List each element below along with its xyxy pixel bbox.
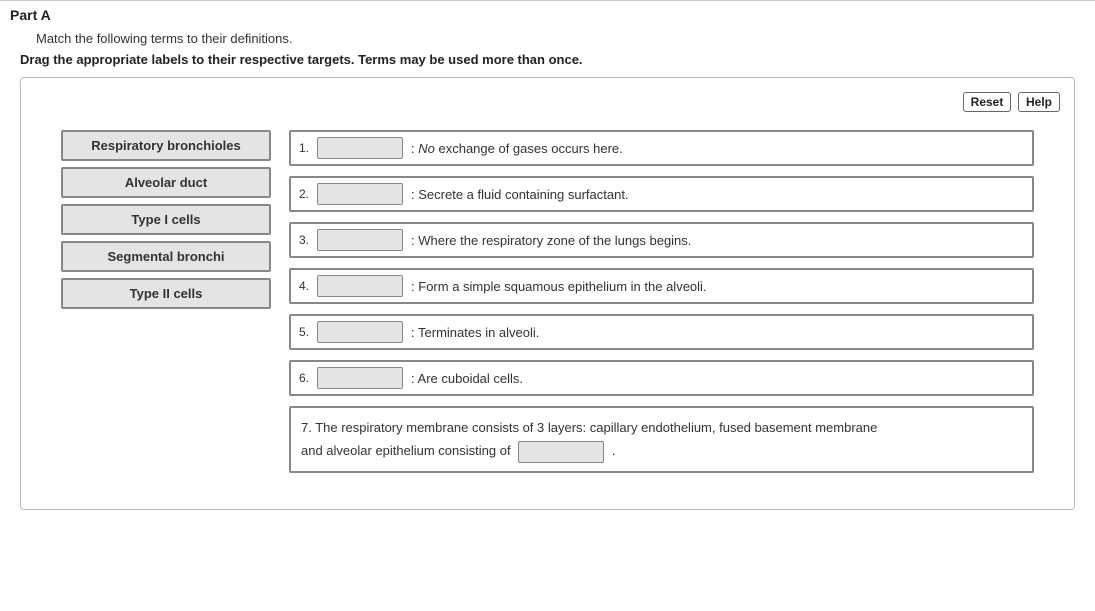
drop-slot[interactable] <box>518 441 604 463</box>
draggable-label[interactable]: Segmental bronchi <box>61 241 271 272</box>
intro-text: Match the following terms to their defin… <box>0 25 1095 50</box>
target-text: : Are cuboidal cells. <box>411 371 523 386</box>
target-text: : Where the respiratory zone of the lung… <box>411 233 691 248</box>
drop-slot[interactable] <box>317 367 403 389</box>
instruction-text: Drag the appropriate labels to their res… <box>0 50 1095 77</box>
target-text: 7. The respiratory membrane consists of … <box>301 420 877 435</box>
target-row: 3. : Where the respiratory zone of the l… <box>289 222 1034 258</box>
target-number: 1. <box>299 141 309 155</box>
reset-button[interactable]: Reset <box>963 92 1012 112</box>
target-row: 4. : Form a simple squamous epithelium i… <box>289 268 1034 304</box>
target-number: 6. <box>299 371 309 385</box>
target-row: 5. : Terminates in alveoli. <box>289 314 1034 350</box>
target-number: 4. <box>299 279 309 293</box>
drop-slot[interactable] <box>317 229 403 251</box>
target-number: 2. <box>299 187 309 201</box>
target-text: : Secrete a fluid containing surfactant. <box>411 187 629 202</box>
target-text: : Terminates in alveoli. <box>411 325 539 340</box>
exercise-panel: Reset Help Respiratory bronchioles Alveo… <box>20 77 1075 510</box>
target-column: 1. : No exchange of gases occurs here. 2… <box>289 130 1034 483</box>
drop-slot[interactable] <box>317 137 403 159</box>
drop-slot[interactable] <box>317 321 403 343</box>
target-text: : Form a simple squamous epithelium in t… <box>411 279 707 294</box>
draggable-label[interactable]: Respiratory bronchioles <box>61 130 271 161</box>
target-text: : No exchange of gases occurs here. <box>411 141 623 156</box>
part-header: Part A <box>0 1 1095 25</box>
target-row: 6. : Are cuboidal cells. <box>289 360 1034 396</box>
drop-slot[interactable] <box>317 183 403 205</box>
target-text: and alveolar epithelium consisting of <box>301 443 511 458</box>
draggable-label[interactable]: Type II cells <box>61 278 271 309</box>
target-number: 3. <box>299 233 309 247</box>
help-button[interactable]: Help <box>1018 92 1060 112</box>
target-row: 7. The respiratory membrane consists of … <box>289 406 1034 473</box>
target-number: 5. <box>299 325 309 339</box>
target-text: . <box>612 443 616 458</box>
target-row: 1. : No exchange of gases occurs here. <box>289 130 1034 166</box>
draggable-label[interactable]: Type I cells <box>61 204 271 235</box>
drop-slot[interactable] <box>317 275 403 297</box>
draggable-label[interactable]: Alveolar duct <box>61 167 271 198</box>
label-bank: Respiratory bronchioles Alveolar duct Ty… <box>61 130 271 315</box>
target-row: 2. : Secrete a fluid containing surfacta… <box>289 176 1034 212</box>
panel-toolbar: Reset Help <box>35 92 1060 112</box>
